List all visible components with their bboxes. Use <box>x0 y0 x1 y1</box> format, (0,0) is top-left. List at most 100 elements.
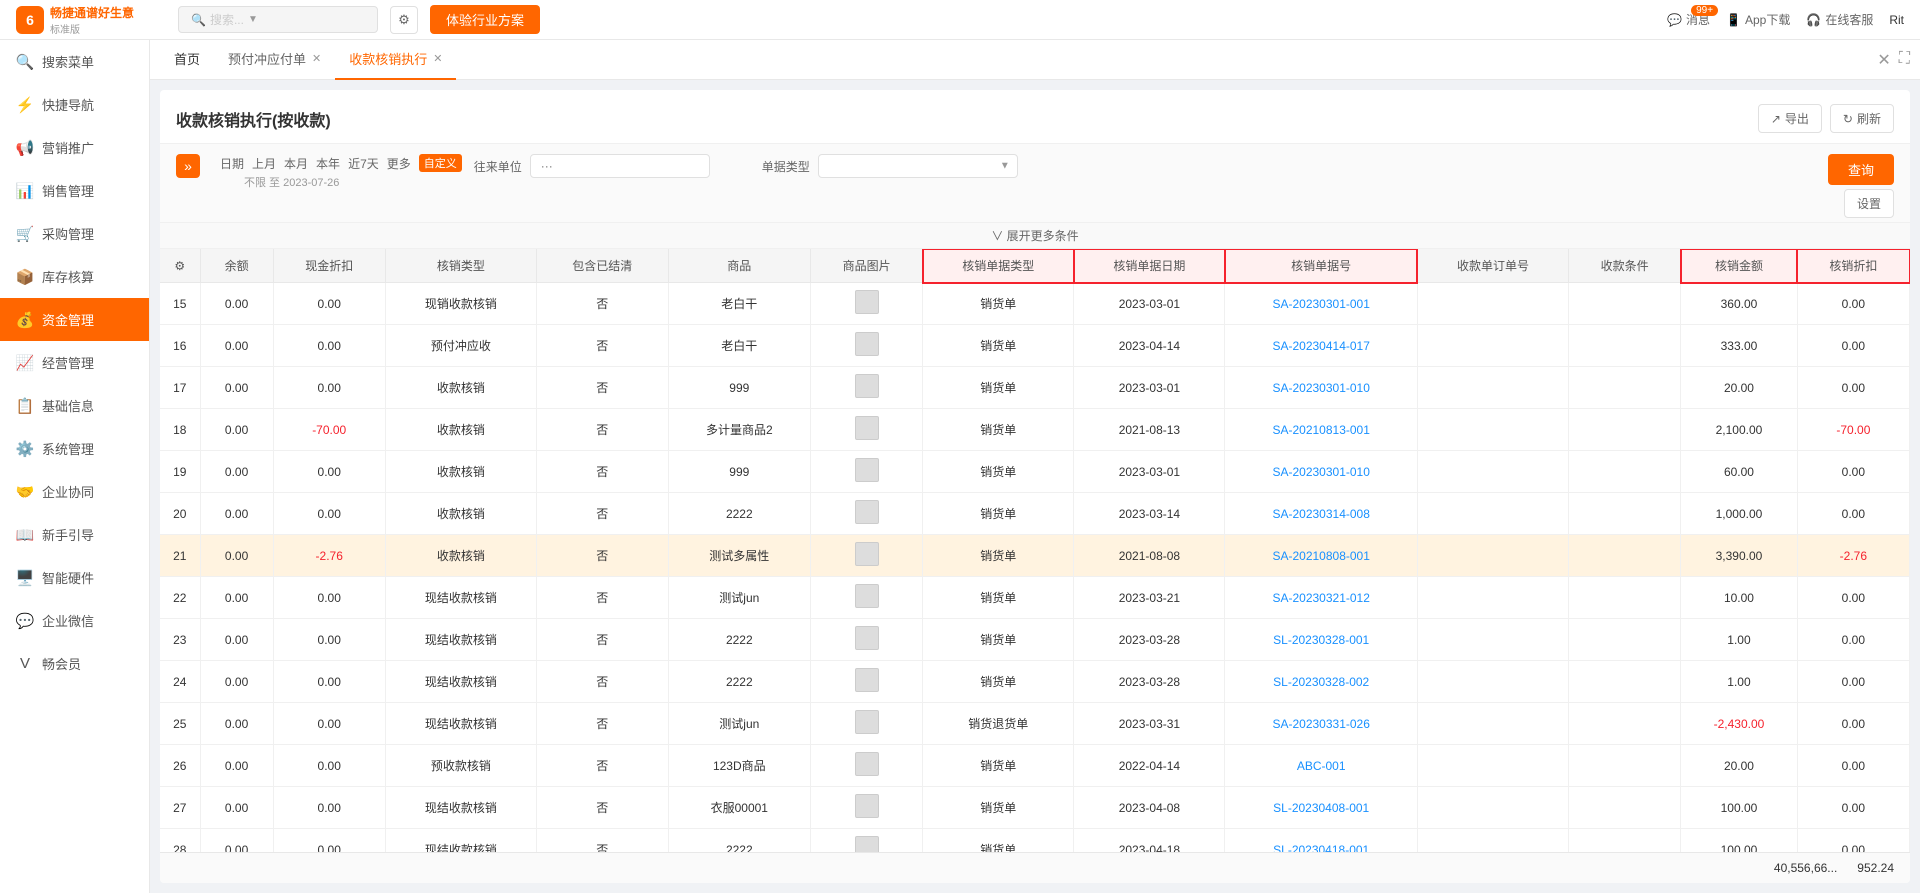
system-icon: ⚙️ <box>16 440 34 458</box>
cell-cancel-amount: 2,100.00 <box>1681 409 1798 451</box>
cell-cancel-bill-no[interactable]: ABC-001 <box>1225 745 1417 787</box>
industry-btn[interactable]: 体验行业方案 <box>430 5 540 34</box>
tab-close-receipt[interactable]: ✕ <box>433 52 442 65</box>
cell-cancel-bill-no[interactable]: SA-20210808-001 <box>1225 535 1417 577</box>
cell-cancel-bill-no[interactable]: SA-20230301-001 <box>1225 283 1417 325</box>
app-download-btn[interactable]: 📱 App下载 <box>1726 11 1790 28</box>
table-settings-btn[interactable]: 设置 <box>1844 189 1894 218</box>
col-cancel-bill-no: 核销单据号 <box>1225 249 1417 283</box>
tab-receipt-cancel[interactable]: 收款核销执行 ✕ <box>335 40 456 80</box>
sidebar-item-management[interactable]: 📈 经营管理 <box>0 341 149 384</box>
sidebar-item-member[interactable]: V 畅会员 <box>0 642 149 685</box>
cell-included-settled: 否 <box>536 409 668 451</box>
online-service-btn[interactable]: 🎧 在线客服 <box>1806 11 1873 28</box>
cell-cash-discount: 0.00 <box>273 661 385 703</box>
expand-conditions-btn[interactable]: ∨ 展开更多条件 <box>160 223 1910 249</box>
collapse-sidebar-btn[interactable]: » <box>176 154 200 178</box>
cell-cancel-discount: 0.00 <box>1797 577 1909 619</box>
sidebar-item-system[interactable]: ⚙️ 系统管理 <box>0 427 149 470</box>
date-this-year-btn[interactable]: 本年 <box>316 155 340 172</box>
close-window-icon[interactable]: ✕ <box>1877 50 1890 70</box>
cell-cancel-bill-type: 销货单 <box>923 787 1074 829</box>
message-btn[interactable]: 💬 消息 99+ <box>1667 11 1710 28</box>
sidebar-item-purchase[interactable]: 🛒 采购管理 <box>0 212 149 255</box>
sidebar-item-basics[interactable]: 📋 基础信息 <box>0 384 149 427</box>
cell-balance: 0.00 <box>200 619 273 661</box>
row-no: 25 <box>160 703 200 745</box>
cell-cancel-bill-no[interactable]: SA-20230331-026 <box>1225 703 1417 745</box>
cell-cash-discount: 0.00 <box>273 367 385 409</box>
cell-cancel-bill-no[interactable]: SA-20230314-008 <box>1225 493 1417 535</box>
refresh-btn[interactable]: ↻ 刷新 <box>1830 104 1894 133</box>
sidebar-item-finance[interactable]: 💰 资金管理 <box>0 298 149 341</box>
sidebar-item-search[interactable]: 🔍 搜索菜单 <box>0 40 149 83</box>
search-menu-icon: 🔍 <box>16 53 34 71</box>
cell-cash-discount: 0.00 <box>273 493 385 535</box>
cell-cancel-bill-no[interactable]: SL-20230328-001 <box>1225 619 1417 661</box>
expand-window-icon[interactable]: ⛶ <box>1899 50 1910 70</box>
cell-included-settled: 否 <box>536 619 668 661</box>
cell-cancel-type: 现结收款核销 <box>385 619 536 661</box>
settings-icon[interactable]: ⚙ <box>390 6 418 34</box>
cell-cancel-amount: -2,430.00 <box>1681 703 1798 745</box>
sidebar-item-marketing[interactable]: 📢 营销推广 <box>0 126 149 169</box>
cell-goods: 999 <box>668 367 810 409</box>
query-btn[interactable]: 查询 <box>1828 154 1894 185</box>
goods-image-placeholder <box>855 668 879 692</box>
cell-cancel-discount: 0.00 <box>1797 745 1909 787</box>
sidebar-item-hardware[interactable]: 🖥️ 智能硬件 <box>0 556 149 599</box>
cell-cancel-bill-no[interactable]: SL-20230408-001 <box>1225 787 1417 829</box>
cell-goods-img <box>811 661 923 703</box>
search-input-box[interactable]: 🔍 搜索... ▼ <box>178 6 378 33</box>
cell-cancel-bill-no[interactable]: SA-20210813-001 <box>1225 409 1417 451</box>
sidebar-item-sales[interactable]: 📊 销售管理 <box>0 169 149 212</box>
cell-included-settled: 否 <box>536 787 668 829</box>
cell-cancel-type: 收款核销 <box>385 451 536 493</box>
sidebar-item-cooperation[interactable]: 🤝 企业协同 <box>0 470 149 513</box>
table-footer: 40,556,66... 952.24 <box>160 852 1910 883</box>
cell-receipt-condition <box>1569 283 1681 325</box>
cell-cancel-bill-no[interactable]: SA-20230301-010 <box>1225 367 1417 409</box>
export-icon: ↗ <box>1771 112 1781 126</box>
cell-included-settled: 否 <box>536 493 668 535</box>
date-custom-btn[interactable]: 自定义 <box>419 154 462 172</box>
cell-goods: 999 <box>668 451 810 493</box>
cell-cancel-bill-no[interactable]: SA-20230414-017 <box>1225 325 1417 367</box>
cell-cancel-type: 收款核销 <box>385 409 536 451</box>
date-this-month-btn[interactable]: 本月 <box>284 155 308 172</box>
tab-close-prepay[interactable]: ✕ <box>312 52 321 65</box>
sidebar-item-guide[interactable]: 📖 新手引导 <box>0 513 149 556</box>
tab-prepay[interactable]: 预付冲应付单 ✕ <box>214 40 335 80</box>
sidebar-item-quick-nav[interactable]: ⚡ 快捷导航 <box>0 83 149 126</box>
cell-cancel-bill-date: 2023-03-31 <box>1074 703 1225 745</box>
export-btn[interactable]: ↗ 导出 <box>1758 104 1822 133</box>
cell-cancel-bill-no[interactable]: SL-20230328-002 <box>1225 661 1417 703</box>
cell-cancel-bill-date: 2022-04-14 <box>1074 745 1225 787</box>
bill-type-select[interactable] <box>818 154 1018 178</box>
cell-cancel-bill-date: 2021-08-13 <box>1074 409 1225 451</box>
user-name[interactable]: Rit <box>1889 13 1904 27</box>
cell-cancel-bill-no[interactable]: SA-20230321-012 <box>1225 577 1417 619</box>
date-last-month-btn[interactable]: 上月 <box>252 155 276 172</box>
cell-cancel-bill-date: 2023-03-21 <box>1074 577 1225 619</box>
row-no: 27 <box>160 787 200 829</box>
from-unit-input[interactable] <box>530 154 710 178</box>
cell-cash-discount: 0.00 <box>273 745 385 787</box>
cell-goods-img <box>811 577 923 619</box>
cell-cancel-amount: 100.00 <box>1681 787 1798 829</box>
cell-receipt-order-no <box>1417 661 1568 703</box>
sidebar-item-inventory[interactable]: 📦 库存核算 <box>0 255 149 298</box>
page-header: 收款核销执行(按收款) ↗ 导出 ↻ 刷新 <box>160 90 1910 144</box>
cell-goods-img <box>811 325 923 367</box>
date-more-btn[interactable]: 更多 <box>387 155 411 172</box>
cooperation-icon: 🤝 <box>16 483 34 501</box>
purchase-icon: 🛒 <box>16 225 34 243</box>
sidebar-item-wechat[interactable]: 💬 企业微信 <box>0 599 149 642</box>
cell-cancel-bill-no[interactable]: SA-20230301-010 <box>1225 451 1417 493</box>
tab-home[interactable]: 首页 <box>160 40 214 80</box>
cell-receipt-order-no <box>1417 745 1568 787</box>
sales-icon: 📊 <box>16 182 34 200</box>
cell-balance: 0.00 <box>200 787 273 829</box>
cell-receipt-condition <box>1569 787 1681 829</box>
date-7days-btn[interactable]: 近7天 <box>348 155 379 172</box>
